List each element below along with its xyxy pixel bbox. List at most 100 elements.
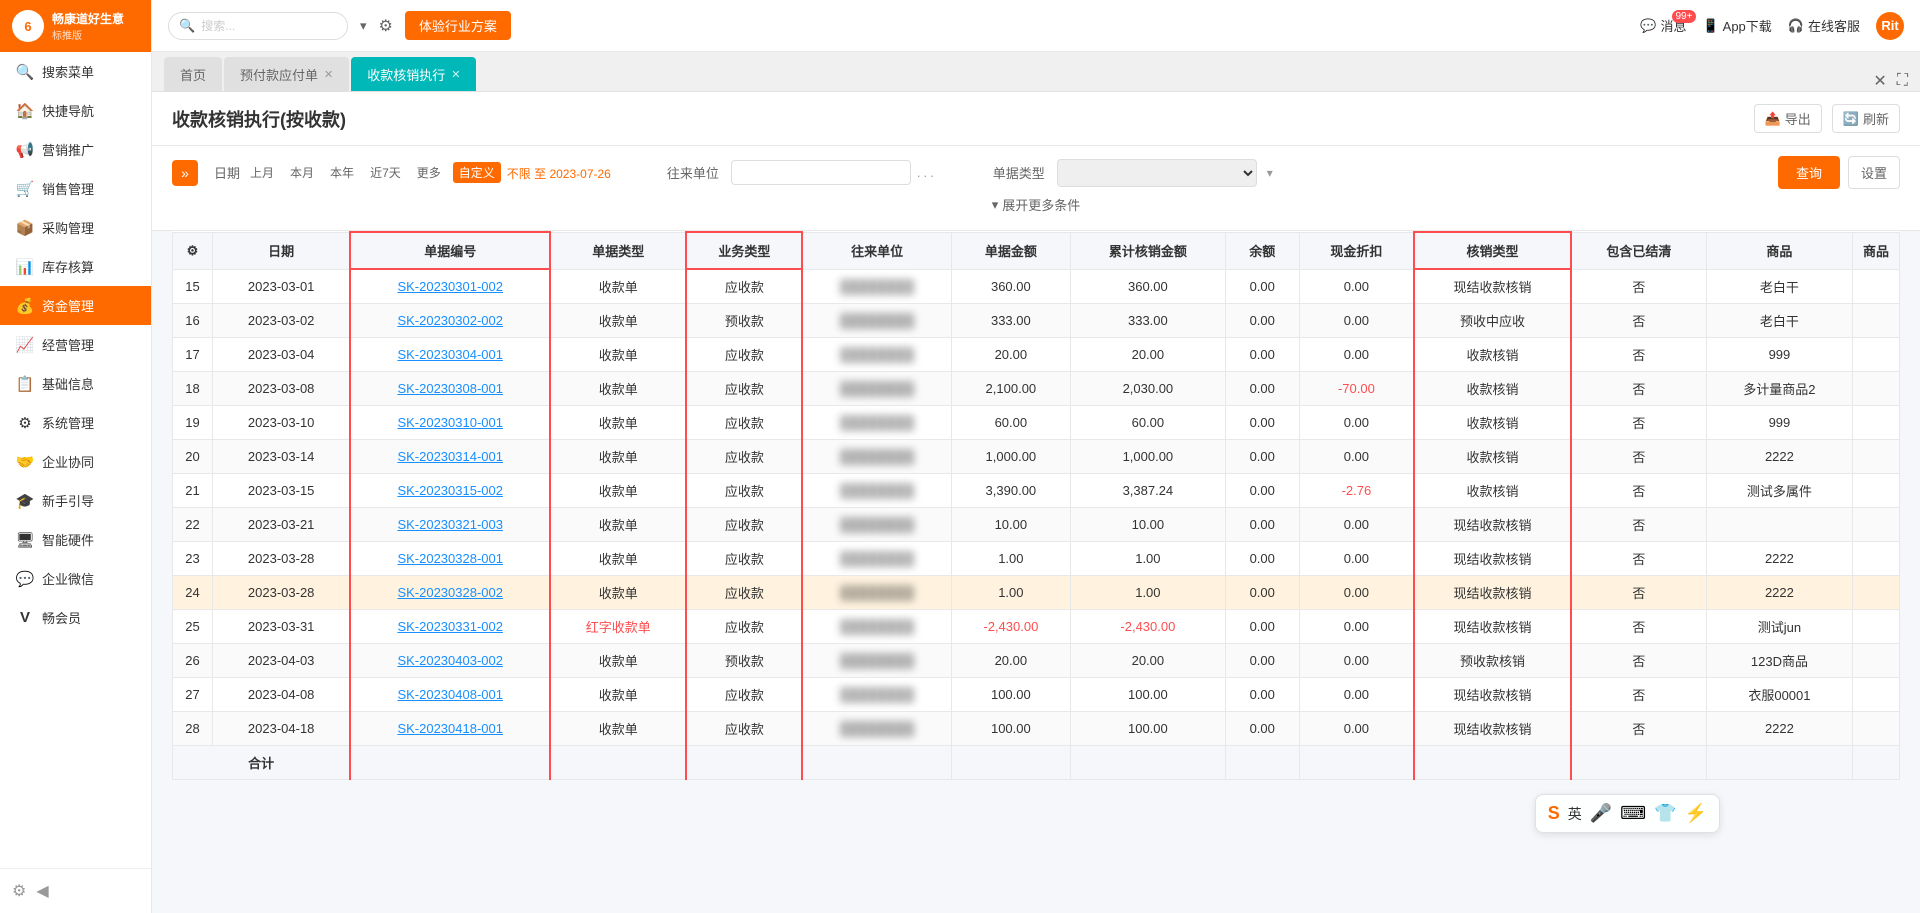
order-no-link[interactable]: SK-20230328-001: [397, 551, 503, 566]
logo-text: 畅康道好生意 标推版: [52, 10, 124, 42]
filter-settings-button[interactable]: 设置: [1848, 156, 1900, 189]
col-write-off-type[interactable]: 核销类型: [1414, 232, 1571, 269]
counterparty-input[interactable]: [731, 160, 911, 185]
cell-balance: 0.00: [1225, 508, 1299, 542]
date-filter: 日期 上月 本月 本年 近7天 更多 自定义 不限 至 2023-07-26: [214, 162, 611, 183]
col-counterparty[interactable]: 往来单位: [802, 232, 951, 269]
order-no-link[interactable]: SK-20230315-002: [397, 483, 503, 498]
sidebar-item-business[interactable]: 📈 经营管理: [0, 325, 151, 364]
date-opt-more[interactable]: 更多: [413, 162, 445, 183]
order-no-link[interactable]: SK-20230301-002: [397, 279, 503, 294]
order-no-link[interactable]: SK-20230321-003: [397, 517, 503, 532]
col-discount[interactable]: 现金折扣: [1299, 232, 1414, 269]
col-balance[interactable]: 余额: [1225, 232, 1299, 269]
refresh-button[interactable]: 🔄 刷新: [1832, 104, 1900, 133]
sidebar-item-finance[interactable]: 💰 资金管理: [0, 286, 151, 325]
sidebar-item-system[interactable]: ⚙ 系统管理: [0, 403, 151, 442]
cell-include-settled: 否: [1571, 269, 1707, 304]
date-custom-button[interactable]: 自定义: [453, 162, 501, 183]
maximize-icon[interactable]: ⛶: [1897, 72, 1908, 90]
close-all-tabs-icon[interactable]: ✕: [1873, 71, 1886, 91]
settings-icon[interactable]: ⚙: [12, 881, 26, 901]
order-no-link[interactable]: SK-20230304-001: [397, 347, 503, 362]
guide-icon: 🎓: [16, 492, 34, 510]
sidebar-item-inventory[interactable]: 📊 库存核算: [0, 247, 151, 286]
order-no-link[interactable]: SK-20230314-001: [397, 449, 503, 464]
watermark-keyboard-icon: ⌨: [1620, 803, 1646, 824]
sidebar-item-wechat[interactable]: 💬 企业微信: [0, 559, 151, 598]
date-opt-this-year[interactable]: 本年: [326, 162, 358, 183]
search-box[interactable]: 🔍 搜索...: [168, 12, 348, 40]
cell-discount: -2.76: [1299, 474, 1414, 508]
filter-expand-button[interactable]: »: [172, 160, 198, 186]
cell-biz-type: 应收款: [686, 440, 802, 474]
app-download-button[interactable]: 📱 App下载: [1702, 16, 1771, 35]
order-no-link[interactable]: SK-20230308-001: [397, 381, 503, 396]
cell-discount: 0.00: [1299, 712, 1414, 746]
promo-button[interactable]: 体验行业方案: [405, 11, 511, 40]
tab-advance-payment[interactable]: 预付款应付单 ✕: [224, 57, 349, 91]
cell-amount: 1,000.00: [951, 440, 1070, 474]
messages-button[interactable]: 💬 消息 99+: [1640, 16, 1686, 35]
export-button[interactable]: 📤 导出: [1754, 104, 1822, 133]
sidebar-item-purchase[interactable]: 📦 采购管理: [0, 208, 151, 247]
tab-close-advance[interactable]: ✕: [324, 68, 333, 81]
expand-more-button[interactable]: ▾ 展开更多条件: [172, 189, 1900, 220]
cell-order-no: SK-20230331-002: [350, 610, 550, 644]
cell-discount: 0.00: [1299, 304, 1414, 338]
cell-num: 17: [173, 338, 213, 372]
sidebar-item-guide[interactable]: 🎓 新手引导: [0, 481, 151, 520]
cell-balance: 0.00: [1225, 610, 1299, 644]
gear-icon[interactable]: ⚙: [379, 16, 393, 36]
cell-product1: 999: [1706, 406, 1852, 440]
sidebar-item-hardware[interactable]: 🖥 智能硬件: [0, 520, 151, 559]
sidebar-item-member[interactable]: V 畅会员: [0, 598, 151, 637]
member-icon: V: [16, 609, 34, 627]
topbar-dropdown[interactable]: ▾: [360, 18, 367, 34]
cell-product1: 2222: [1706, 542, 1852, 576]
order-no-link[interactable]: SK-20230310-001: [397, 415, 503, 430]
col-product1[interactable]: 商品: [1706, 232, 1852, 269]
query-button[interactable]: 查询: [1778, 156, 1840, 189]
cell-num: 15: [173, 269, 213, 304]
tab-receipt-execute[interactable]: 收款核销执行 ✕: [351, 57, 476, 91]
online-service-button[interactable]: 🎧 在线客服: [1788, 16, 1860, 35]
date-opt-7days[interactable]: 近7天: [366, 162, 405, 183]
cell-include-settled: 否: [1571, 542, 1707, 576]
col-order-no[interactable]: 单据编号: [350, 232, 550, 269]
order-no-link[interactable]: SK-20230331-002: [397, 619, 503, 634]
tab-close-receipt[interactable]: ✕: [451, 68, 460, 81]
order-no-link[interactable]: SK-20230403-002: [397, 653, 503, 668]
sidebar-item-search[interactable]: 🔍 搜索菜单: [0, 52, 151, 91]
order-no-link[interactable]: SK-20230302-002: [397, 313, 503, 328]
cell-product2: [1852, 644, 1899, 678]
tab-home[interactable]: 首页: [164, 57, 222, 91]
cell-product2: [1852, 678, 1899, 712]
date-opt-last-month[interactable]: 上月: [246, 162, 278, 183]
avatar[interactable]: Rit: [1876, 12, 1904, 40]
order-no-link[interactable]: SK-20230328-002: [397, 585, 503, 600]
voucher-type-filter: 单据类型 ▾: [993, 159, 1273, 187]
col-include-settled[interactable]: 包含已结清: [1571, 232, 1707, 269]
cell-counterparty: ████████: [802, 338, 951, 372]
sidebar-item-sales[interactable]: 🛒 销售管理: [0, 169, 151, 208]
cell-discount: 0.00: [1299, 542, 1414, 576]
cell-product1: 2222: [1706, 712, 1852, 746]
voucher-type-select[interactable]: [1057, 159, 1257, 187]
sidebar-item-quick-nav[interactable]: 🏠 快捷导航: [0, 91, 151, 130]
col-voucher-type[interactable]: 单据类型: [550, 232, 686, 269]
sidebar-item-enterprise[interactable]: 🤝 企业协同: [0, 442, 151, 481]
col-accumulated[interactable]: 累计核销金额: [1070, 232, 1225, 269]
col-product2[interactable]: 商品: [1852, 232, 1899, 269]
sidebar-item-basic[interactable]: 📋 基础信息: [0, 364, 151, 403]
col-biz-type[interactable]: 业务类型: [686, 232, 802, 269]
col-date[interactable]: 日期: [213, 232, 351, 269]
sidebar-item-marketing[interactable]: 📢 营销推广: [0, 130, 151, 169]
collapse-icon[interactable]: ◀: [36, 881, 48, 901]
col-amount[interactable]: 单据金额: [951, 232, 1070, 269]
order-no-link[interactable]: SK-20230418-001: [397, 721, 503, 736]
cell-num: 21: [173, 474, 213, 508]
order-no-link[interactable]: SK-20230408-001: [397, 687, 503, 702]
cell-counterparty: ████████: [802, 304, 951, 338]
date-opt-this-month[interactable]: 本月: [286, 162, 318, 183]
